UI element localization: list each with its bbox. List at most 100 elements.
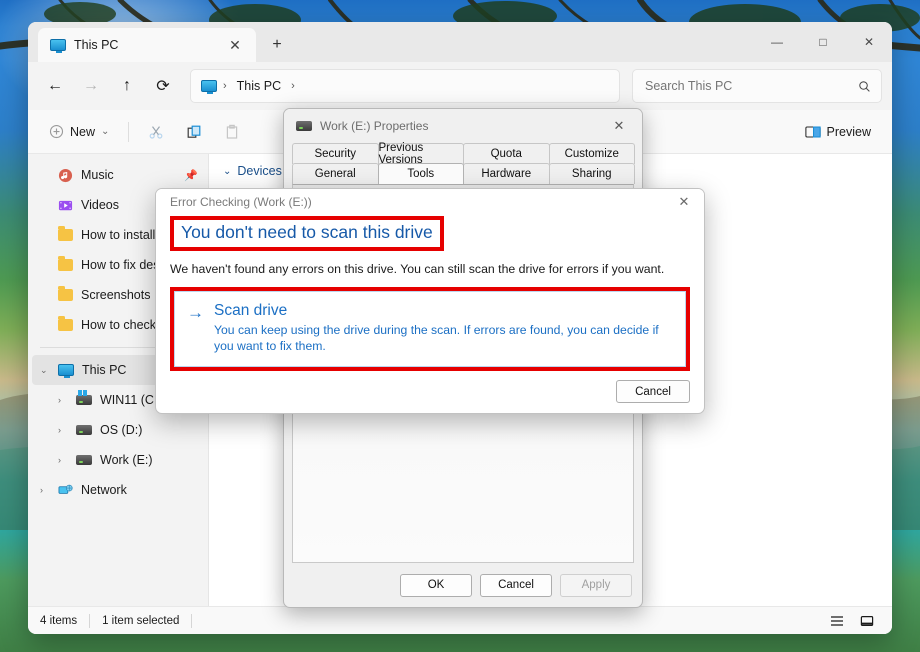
music-icon: [58, 168, 73, 183]
error-checking-dialog: Error Checking (Work (E:)) ✕ You don't n…: [155, 188, 705, 414]
properties-title: Work (E:) Properties: [320, 119, 429, 133]
error-checking-title-bar: Error Checking (Work (E:)) ✕: [156, 189, 704, 216]
new-button[interactable]: New ⌄: [40, 116, 118, 148]
sidebar-item-music[interactable]: Music 📌: [32, 160, 204, 190]
chevron-down-icon[interactable]: ⌄: [223, 166, 231, 177]
breadcrumb-this-pc[interactable]: This PC: [233, 79, 285, 93]
status-divider: [89, 613, 91, 628]
minimize-button[interactable]: —: [754, 24, 800, 60]
properties-button-row: OK Cancel Apply: [284, 563, 642, 607]
sidebar-item-label: OS (D:): [100, 423, 143, 437]
breadcrumb-separator: ›: [223, 80, 227, 92]
properties-tab-row-1: Security Previous Versions Quota Customi…: [292, 142, 635, 166]
error-checking-button-row: Cancel: [156, 371, 704, 413]
tab-security[interactable]: Security: [292, 143, 379, 164]
this-pc-icon: [201, 80, 217, 94]
cut-button[interactable]: [139, 116, 173, 148]
error-checking-body: You don't need to scan this drive We hav…: [156, 215, 704, 371]
window-controls: — □ ✕: [754, 22, 892, 62]
close-button[interactable]: ✕: [846, 24, 892, 60]
arrow-right-icon: →: [187, 302, 204, 322]
ok-button[interactable]: OK: [400, 573, 472, 597]
up-button[interactable]: ↑: [110, 69, 144, 103]
new-tab-button[interactable]: +: [264, 32, 290, 58]
navigation-bar: ← → ↑ ⟳ › This PC ›: [28, 62, 892, 110]
back-button[interactable]: ←: [38, 69, 72, 103]
this-pc-icon: [58, 364, 74, 378]
copy-button[interactable]: [177, 116, 211, 148]
new-button-label: New: [70, 124, 96, 139]
pin-icon[interactable]: 📌: [184, 169, 198, 182]
sidebar-item-label: Videos: [81, 198, 119, 212]
sidebar-item-network[interactable]: › Network: [32, 475, 204, 505]
details-view-icon[interactable]: [824, 610, 850, 632]
apply-button: Apply: [560, 573, 632, 597]
sidebar-item-label: How to fix desk: [81, 258, 166, 272]
tab-hardware[interactable]: Hardware: [463, 163, 550, 184]
large-icons-view-icon[interactable]: [854, 610, 880, 632]
forward-button: →: [83, 77, 99, 94]
tab-general[interactable]: General: [292, 163, 379, 184]
cancel-button[interactable]: Cancel: [480, 573, 552, 597]
tab-this-pc[interactable]: This PC ✕: [38, 28, 256, 62]
error-checking-title: Error Checking (Work (E:)): [170, 195, 312, 210]
preview-button-label: Preview: [826, 124, 871, 139]
search-icon[interactable]: [858, 80, 871, 93]
chevron-down-icon: ⌄: [101, 126, 110, 137]
folder-icon: [58, 316, 73, 331]
tab-tools[interactable]: Tools: [377, 163, 464, 184]
close-icon[interactable]: ✕: [604, 113, 634, 139]
folder-icon: [58, 226, 73, 241]
status-bar: 4 items 1 item selected: [28, 606, 892, 634]
title-bar: This PC ✕ + — □ ✕: [28, 22, 892, 62]
error-checking-headline: You don't need to scan this drive: [181, 221, 433, 242]
close-icon[interactable]: ✕: [670, 190, 698, 214]
headline-highlight-box: You don't need to scan this drive: [170, 215, 444, 251]
scan-drive-description: You can keep using the drive during the …: [214, 322, 659, 354]
paste-button: [215, 116, 249, 148]
sidebar-item-label: Network: [81, 483, 127, 497]
drive-icon: [296, 121, 312, 131]
search-input[interactable]: [643, 78, 858, 94]
tab-label: This PC: [74, 38, 119, 52]
chevron-right-icon[interactable]: ›: [58, 455, 61, 465]
preview-pane-icon: [804, 125, 821, 139]
properties-title-bar: Work (E:) Properties ✕: [284, 109, 642, 143]
tab-customize[interactable]: Customize: [548, 143, 635, 164]
chevron-right-icon[interactable]: ›: [58, 395, 61, 405]
preview-button[interactable]: Preview: [796, 116, 880, 148]
paste-icon: [224, 124, 240, 140]
tab-previous-versions[interactable]: Previous Versions: [377, 142, 464, 166]
copy-icon: [186, 124, 202, 140]
properties-tab-strip: Security Previous Versions Quota Customi…: [284, 142, 642, 184]
video-icon: [58, 198, 73, 213]
tab-quota[interactable]: Quota: [463, 143, 550, 164]
selection-status: 1 item selected: [102, 614, 180, 627]
scan-drive-command-link[interactable]: → Scan drive You can keep using the driv…: [174, 290, 686, 367]
breadcrumb-trailing-separator[interactable]: ›: [291, 80, 295, 92]
chevron-right-icon[interactable]: ›: [40, 485, 43, 495]
properties-tab-row-2: General Tools Hardware Sharing: [292, 163, 635, 184]
sidebar-item-label: How to check h: [81, 318, 167, 332]
scan-drive-label: Scan drive: [214, 301, 288, 319]
address-bar[interactable]: › This PC ›: [190, 69, 620, 103]
chevron-down-icon[interactable]: ⌄: [40, 365, 48, 376]
sidebar-item-label: How to install a: [81, 228, 166, 242]
drive-icon: [76, 455, 92, 465]
cancel-button[interactable]: Cancel: [616, 380, 690, 404]
refresh-button[interactable]: ⟳: [146, 69, 180, 103]
search-box[interactable]: [632, 69, 882, 103]
sidebar-item-work-e[interactable]: › Work (E:): [32, 445, 204, 475]
folder-icon: [58, 286, 73, 301]
error-checking-subtext: We haven't found any errors on this driv…: [170, 261, 665, 276]
sidebar-item-os-d[interactable]: › OS (D:): [32, 415, 204, 445]
folder-icon: [58, 256, 73, 271]
tab-sharing[interactable]: Sharing: [548, 163, 635, 184]
tab-close-icon[interactable]: ✕: [222, 32, 248, 58]
maximize-button[interactable]: □: [800, 24, 846, 60]
network-icon: [58, 483, 73, 498]
chevron-right-icon[interactable]: ›: [58, 425, 61, 435]
windows-drive-icon: [76, 390, 92, 405]
sidebar-item-label: WIN11 (C:): [100, 393, 162, 407]
sidebar-item-label: This PC: [82, 363, 127, 377]
